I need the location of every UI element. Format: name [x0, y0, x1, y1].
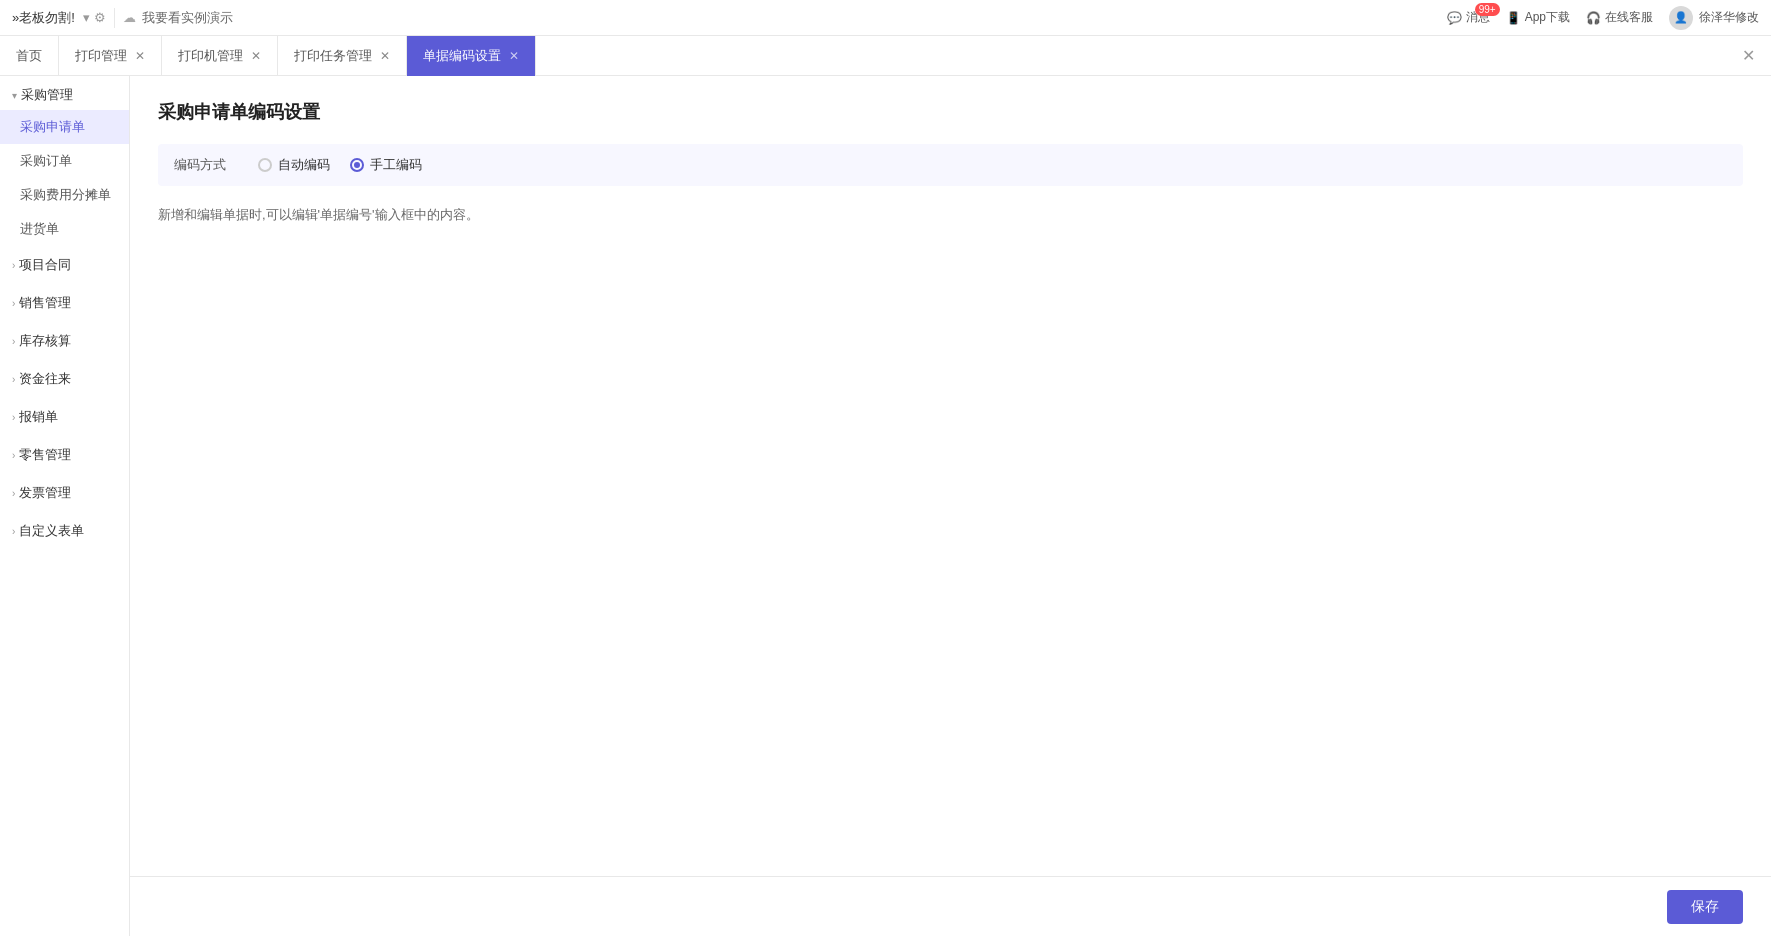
message-button[interactable]: 💬 消息 99+	[1447, 9, 1490, 26]
tab-bar-close-button[interactable]: ✕	[1726, 46, 1771, 65]
radio-auto-code[interactable]: 自动编码	[258, 156, 330, 174]
message-badge: 99+	[1475, 3, 1500, 16]
content-area: 采购申请单编码设置 编码方式 自动编码 手工编码 新	[130, 76, 1771, 936]
divider	[114, 8, 115, 28]
chevron-right-icon: ›	[12, 526, 15, 537]
chevron-right-icon: ›	[12, 412, 15, 423]
cloud-icon: ☁	[123, 10, 136, 25]
top-bar-left: »老板勿割! ▾ ⚙ ☁ 我要看实例演示	[12, 8, 233, 28]
sidebar-item-purchase-expense[interactable]: 采购费用分摊单	[0, 178, 129, 212]
radio-group: 自动编码 手工编码	[258, 156, 422, 174]
chevron-right-icon: ›	[12, 298, 15, 309]
sidebar-group-return-label: 报销单	[19, 408, 58, 426]
app-download-label: App下载	[1525, 9, 1570, 26]
user-info[interactable]: 👤 徐泽华修改	[1669, 6, 1759, 30]
sidebar-group-invoice-label: 发票管理	[19, 484, 71, 502]
sidebar: ▾ 采购管理 采购申请单 采购订单 采购费用分摊单 进货单 › 项目合同 › 销…	[0, 76, 130, 936]
tab-print-task[interactable]: 打印任务管理 ✕	[278, 36, 407, 76]
tab-printer-manage-close[interactable]: ✕	[251, 49, 261, 63]
content-footer: 保存	[130, 876, 1771, 936]
brand-label: »老板勿割!	[12, 9, 75, 27]
radio-manual-circle	[350, 158, 364, 172]
save-button[interactable]: 保存	[1667, 890, 1743, 924]
sidebar-item-stock-in[interactable]: 进货单	[0, 212, 129, 246]
online-service-button[interactable]: 🎧 在线客服	[1586, 9, 1653, 26]
sidebar-group-retail-label: 零售管理	[19, 446, 71, 464]
sidebar-group-project-contract[interactable]: › 项目合同	[0, 246, 129, 284]
tab-home[interactable]: 首页	[0, 36, 59, 76]
sidebar-group-sales-manage-label: 销售管理	[19, 294, 71, 312]
sidebar-group-custom-form[interactable]: › 自定义表单	[0, 512, 129, 550]
chevron-right-icon: ›	[12, 488, 15, 499]
top-bar-right: 💬 消息 99+ 📱 App下载 🎧 在线客服 👤 徐泽华修改	[1447, 6, 1759, 30]
radio-manual-label: 手工编码	[370, 156, 422, 174]
app-download-button[interactable]: 📱 App下载	[1506, 9, 1570, 26]
sidebar-item-purchase-order[interactable]: 采购订单	[0, 144, 129, 178]
sidebar-group-sales-manage[interactable]: › 销售管理	[0, 284, 129, 322]
sidebar-group-purchase: ▾ 采购管理 采购申请单 采购订单 采购费用分摊单 进货单	[0, 76, 129, 246]
description-text: 新增和编辑单据时,可以编辑'单据编号'输入框中的内容。	[158, 206, 1743, 224]
tab-print-task-close[interactable]: ✕	[380, 49, 390, 63]
sidebar-group-purchase-title[interactable]: ▾ 采购管理	[0, 76, 129, 110]
tab-printer-manage[interactable]: 打印机管理 ✕	[162, 36, 278, 76]
chevron-right-icon: ›	[12, 336, 15, 347]
sidebar-item-purchase-order-label: 采购订单	[20, 153, 72, 168]
page-title: 采购申请单编码设置	[158, 100, 1743, 124]
tab-barcode-settings[interactable]: 单据编码设置 ✕	[407, 36, 536, 76]
tab-print-manage-close[interactable]: ✕	[135, 49, 145, 63]
settings-icon[interactable]: ⚙	[94, 10, 106, 25]
tab-barcode-settings-label: 单据编码设置	[423, 47, 501, 65]
username-label: 徐泽华修改	[1699, 9, 1759, 26]
sidebar-group-custom-form-label: 自定义表单	[19, 522, 84, 540]
sidebar-group-purchase-label: 采购管理	[21, 86, 73, 104]
sidebar-group-fund-label: 资金往来	[19, 370, 71, 388]
content-main: 采购申请单编码设置 编码方式 自动编码 手工编码 新	[130, 76, 1771, 876]
tab-bar: 首页 打印管理 ✕ 打印机管理 ✕ 打印任务管理 ✕ 单据编码设置 ✕ ✕	[0, 36, 1771, 76]
chevron-right-icon: ›	[12, 260, 15, 271]
avatar: 👤	[1669, 6, 1693, 30]
sidebar-item-purchase-apply-label: 采购申请单	[20, 119, 85, 134]
phone-icon: 📱	[1506, 11, 1521, 25]
search-area[interactable]: ☁ 我要看实例演示	[123, 9, 233, 27]
sidebar-group-return[interactable]: › 报销单	[0, 398, 129, 436]
code-settings-row: 编码方式 自动编码 手工编码	[158, 144, 1743, 186]
top-bar-icons: ▾ ⚙	[83, 10, 106, 25]
tab-home-label: 首页	[16, 47, 42, 65]
tab-barcode-settings-close[interactable]: ✕	[509, 49, 519, 63]
search-label: 我要看实例演示	[142, 9, 233, 27]
top-bar: »老板勿割! ▾ ⚙ ☁ 我要看实例演示 💬 消息 99+ 📱 App下载 🎧 …	[0, 0, 1771, 36]
main-layout: ▾ 采购管理 采购申请单 采购订单 采购费用分摊单 进货单 › 项目合同 › 销…	[0, 76, 1771, 936]
sidebar-group-inventory-label: 库存核算	[19, 332, 71, 350]
sidebar-group-inventory[interactable]: › 库存核算	[0, 322, 129, 360]
tab-print-manage[interactable]: 打印管理 ✕	[59, 36, 162, 76]
chevron-right-icon: ›	[12, 374, 15, 385]
tab-print-task-label: 打印任务管理	[294, 47, 372, 65]
sidebar-item-purchase-expense-label: 采购费用分摊单	[20, 187, 111, 202]
tab-printer-manage-label: 打印机管理	[178, 47, 243, 65]
sidebar-item-stock-in-label: 进货单	[20, 221, 59, 236]
radio-manual-code[interactable]: 手工编码	[350, 156, 422, 174]
sidebar-group-project-contract-label: 项目合同	[19, 256, 71, 274]
radio-auto-label: 自动编码	[278, 156, 330, 174]
online-service-label: 在线客服	[1605, 9, 1653, 26]
sidebar-group-fund[interactable]: › 资金往来	[0, 360, 129, 398]
sidebar-group-retail[interactable]: › 零售管理	[0, 436, 129, 474]
sidebar-item-purchase-apply[interactable]: 采购申请单	[0, 110, 129, 144]
sidebar-group-invoice[interactable]: › 发票管理	[0, 474, 129, 512]
message-icon: 💬	[1447, 11, 1462, 25]
chevron-down-icon: ▾	[12, 90, 17, 101]
radio-auto-circle	[258, 158, 272, 172]
headset-icon: 🎧	[1586, 11, 1601, 25]
dropdown-icon[interactable]: ▾	[83, 10, 90, 25]
chevron-right-icon: ›	[12, 450, 15, 461]
code-settings-label: 编码方式	[174, 156, 234, 174]
tab-print-manage-label: 打印管理	[75, 47, 127, 65]
